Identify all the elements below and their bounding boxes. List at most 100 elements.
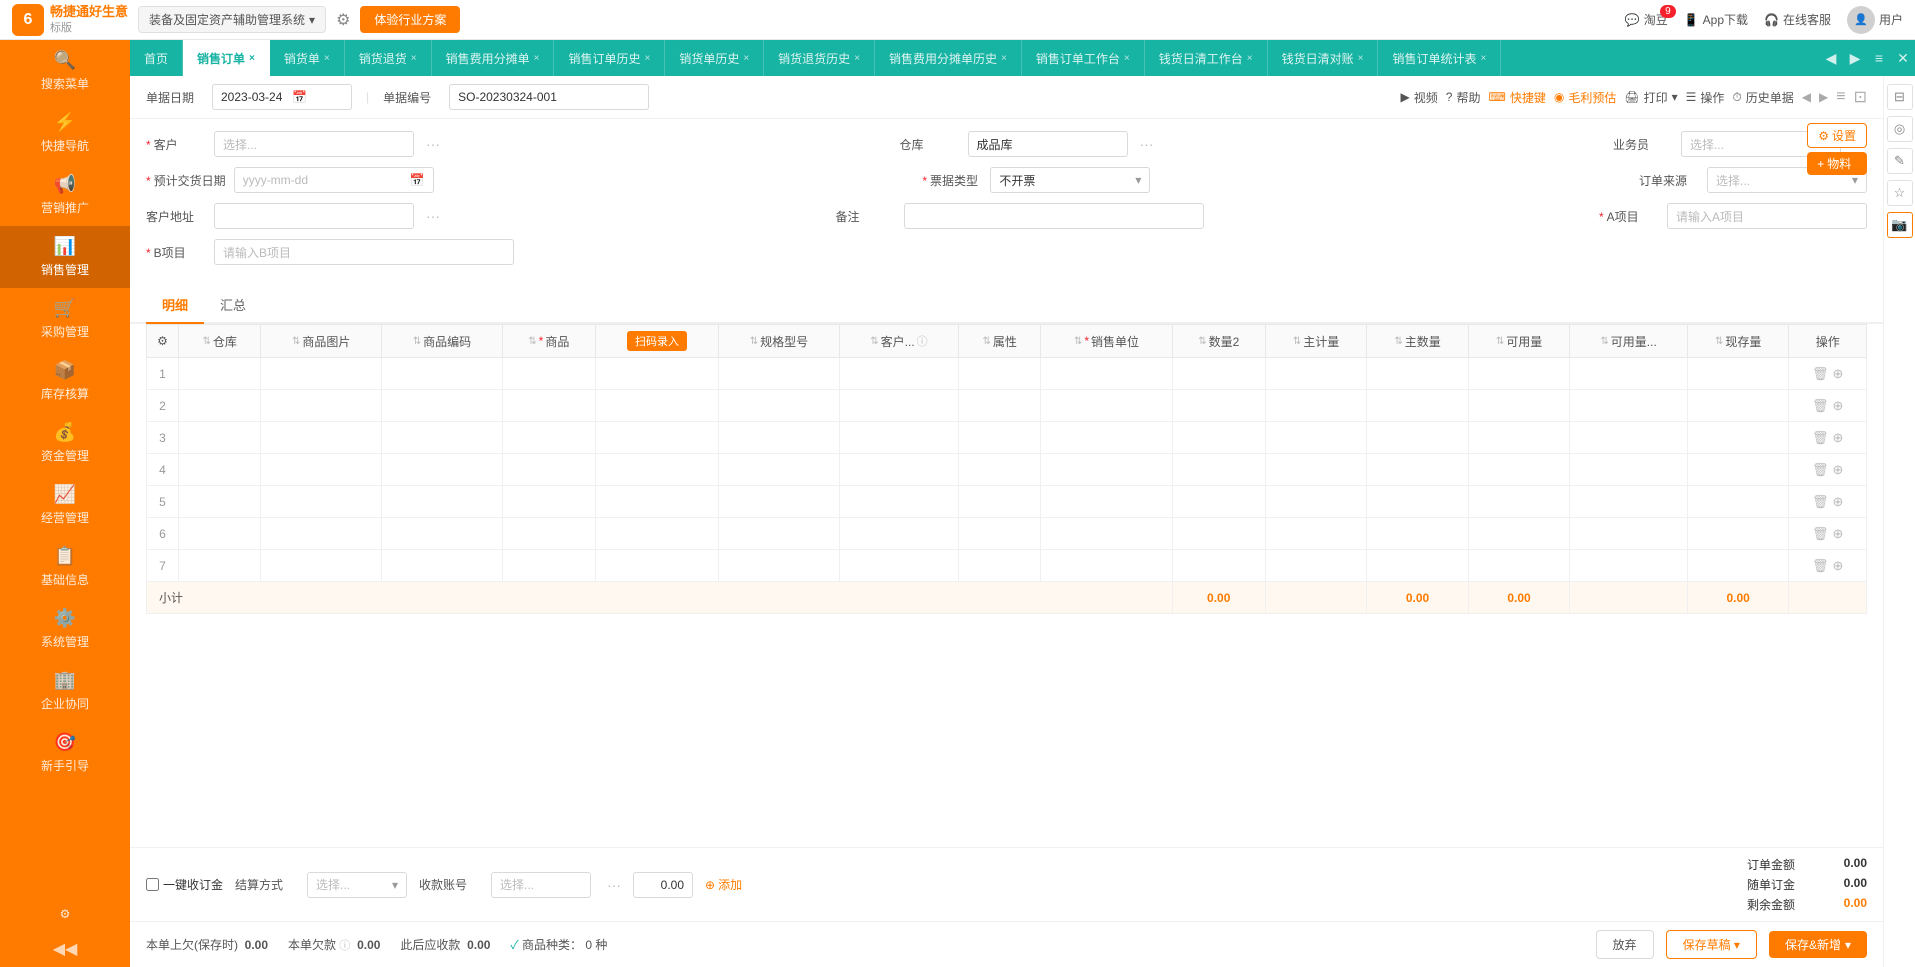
nav-next-icon[interactable]: ▶: [1819, 90, 1828, 104]
user-item[interactable]: 👤 用户: [1847, 6, 1903, 34]
tab-home[interactable]: 首页: [130, 40, 183, 76]
tab-sales-return[interactable]: 销货退货 ×: [345, 40, 432, 76]
save-new-button[interactable]: 保存&新增 ▾: [1769, 931, 1867, 958]
sidebar-item-system[interactable]: ⚙️ 系统管理: [0, 598, 130, 660]
copy-row-button[interactable]: ⊕: [1833, 430, 1844, 446]
collect-order-check[interactable]: [146, 878, 159, 891]
address-input[interactable]: [214, 203, 414, 229]
sidebar-item-sales[interactable]: 📊 销售管理: [0, 226, 130, 288]
tab-cash-reconcile[interactable]: 钱货日清对账 ×: [1268, 40, 1379, 76]
delete-row-button[interactable]: 🗑: [1812, 462, 1829, 478]
tab-close-icon[interactable]: ×: [249, 53, 255, 64]
tab-cash-workbench[interactable]: 钱货日清工作台 ×: [1145, 40, 1268, 76]
tab-close-icon[interactable]: ×: [743, 53, 749, 64]
copy-row-button[interactable]: ⊕: [1833, 462, 1844, 478]
sidebar-item-finance[interactable]: 💰 资金管理: [0, 412, 130, 474]
amount-input[interactable]: 0.00: [633, 872, 693, 898]
operate-action[interactable]: ☰ 操作: [1686, 89, 1725, 106]
account-ellipsis[interactable]: ···: [607, 877, 621, 893]
detail-tab-detail[interactable]: 明细: [146, 287, 204, 324]
warehouse-ellipsis[interactable]: ···: [1140, 136, 1154, 152]
sidebar-item-operations[interactable]: 📈 经营管理: [0, 474, 130, 536]
tab-more-button[interactable]: ≡: [1867, 40, 1891, 76]
right-icon-4[interactable]: ☆: [1887, 180, 1913, 206]
tab-sales-order-history[interactable]: 销售订单历史 ×: [554, 40, 665, 76]
settings-col-icon[interactable]: ⚙: [157, 334, 168, 348]
right-icon-5[interactable]: 📷: [1887, 212, 1913, 238]
detail-tab-summary[interactable]: 汇总: [204, 287, 262, 324]
right-icon-3[interactable]: ✎: [1887, 148, 1913, 174]
right-icon-1[interactable]: ⊟: [1887, 84, 1913, 110]
tab-sales-workbench[interactable]: 销售订单工作台 ×: [1022, 40, 1145, 76]
print-action[interactable]: 🖨 打印 ▾: [1624, 89, 1677, 106]
sidebar-item-quick[interactable]: ⚡ 快捷导航: [0, 102, 130, 164]
sidebar-item-basic[interactable]: 📋 基础信息: [0, 536, 130, 598]
sidebar-item-marketing[interactable]: 📢 营销推广: [0, 164, 130, 226]
sidebar-item-inventory[interactable]: 📦 库存核算: [0, 350, 130, 412]
expand-icon[interactable]: ⊡: [1854, 87, 1867, 107]
a-project-input[interactable]: 请输入A项目: [1667, 203, 1867, 229]
history-action[interactable]: ⏱ 历史单据: [1732, 89, 1793, 106]
customer-ellipsis[interactable]: ···: [426, 136, 440, 152]
copy-row-button[interactable]: ⊕: [1833, 558, 1844, 574]
shortcut-action[interactable]: ⌨ 快捷键: [1488, 89, 1545, 106]
tab-sales-fee-history[interactable]: 销售费用分摊单历史 ×: [875, 40, 1022, 76]
remark-input[interactable]: [904, 203, 1204, 229]
delete-row-button[interactable]: 🗑: [1812, 526, 1829, 542]
copy-row-button[interactable]: ⊕: [1833, 526, 1844, 542]
tab-sales-single[interactable]: 销货单 ×: [270, 40, 345, 76]
sidebar-settings-item[interactable]: ⚙: [0, 897, 130, 931]
sidebar-item-enterprise[interactable]: 🏢 企业协同: [0, 660, 130, 722]
delete-row-button[interactable]: 🗑: [1812, 494, 1829, 510]
help-action[interactable]: ? 帮助: [1446, 89, 1481, 106]
address-ellipsis[interactable]: ···: [426, 208, 440, 224]
tab-sales-single-history[interactable]: 销货单历史 ×: [665, 40, 764, 76]
sidebar-item-purchase[interactable]: 🛒 采购管理: [0, 288, 130, 350]
delete-row-button[interactable]: 🗑: [1812, 366, 1829, 382]
tab-prev-button[interactable]: ◀: [1819, 40, 1843, 76]
industry-solution-button[interactable]: 体验行业方案: [360, 6, 460, 33]
delete-row-button[interactable]: 🗑: [1812, 558, 1829, 574]
gear-icon[interactable]: ⚙: [336, 10, 350, 30]
tab-close-icon[interactable]: ×: [324, 53, 330, 64]
tab-close-icon[interactable]: ×: [644, 53, 650, 64]
sidebar-item-guide[interactable]: 🎯 新手引导: [0, 722, 130, 784]
tab-close-icon[interactable]: ×: [1480, 53, 1486, 64]
discard-button[interactable]: 放弃: [1596, 930, 1654, 959]
tab-close-icon[interactable]: ×: [1247, 53, 1253, 64]
tab-close-icon[interactable]: ×: [1124, 53, 1130, 64]
sidebar-item-search[interactable]: 🔍 搜索菜单: [0, 40, 130, 102]
view-action[interactable]: ▶ 视频: [1401, 89, 1438, 106]
copy-row-button[interactable]: ⊕: [1833, 366, 1844, 382]
tab-close-icon[interactable]: ×: [1358, 53, 1364, 64]
right-icon-2[interactable]: ◎: [1887, 116, 1913, 142]
delete-row-button[interactable]: 🗑: [1812, 398, 1829, 414]
add-goods-button[interactable]: + 物料: [1807, 152, 1867, 175]
account-select[interactable]: 选择...: [491, 872, 591, 898]
settings-button[interactable]: ⚙ 设置: [1807, 123, 1867, 148]
doc-no-input[interactable]: SO-20230324-001: [449, 84, 649, 110]
system-selector[interactable]: 装备及固定资产辅助管理系统 ▾: [138, 6, 326, 33]
app-download-item[interactable]: 📱 App下载: [1684, 11, 1748, 28]
tab-next-button[interactable]: ▶: [1843, 40, 1867, 76]
payment-method-select[interactable]: 选择... ▾: [307, 872, 407, 898]
tab-close-icon[interactable]: ×: [411, 53, 417, 64]
tab-close-all-button[interactable]: ✕: [1891, 40, 1915, 76]
copy-row-button[interactable]: ⊕: [1833, 494, 1844, 510]
tab-sales-order[interactable]: 销售订单 ×: [183, 40, 270, 76]
add-button[interactable]: ⊕ 添加: [705, 876, 742, 893]
invoice-type-select[interactable]: 不开票 ▾: [990, 167, 1150, 193]
tab-close-icon[interactable]: ×: [854, 53, 860, 64]
tab-sales-fee[interactable]: 销售费用分摊单 ×: [432, 40, 555, 76]
warehouse-input[interactable]: 成品库: [968, 131, 1128, 157]
customer-input[interactable]: 选择...: [214, 131, 414, 157]
layout-icon[interactable]: ≡: [1836, 88, 1845, 106]
collect-order-checkbox[interactable]: 一键收订金: [146, 876, 223, 893]
b-project-input[interactable]: 请输入B项目: [214, 239, 514, 265]
scan-button[interactable]: 扫码录入: [627, 331, 687, 351]
nav-prev-icon[interactable]: ◀: [1802, 90, 1811, 104]
tab-close-icon[interactable]: ×: [1001, 53, 1007, 64]
tab-sales-return-history[interactable]: 销货退货历史 ×: [764, 40, 875, 76]
tab-close-icon[interactable]: ×: [534, 53, 540, 64]
tab-sales-stats[interactable]: 销售订单统计表 ×: [1378, 40, 1501, 76]
